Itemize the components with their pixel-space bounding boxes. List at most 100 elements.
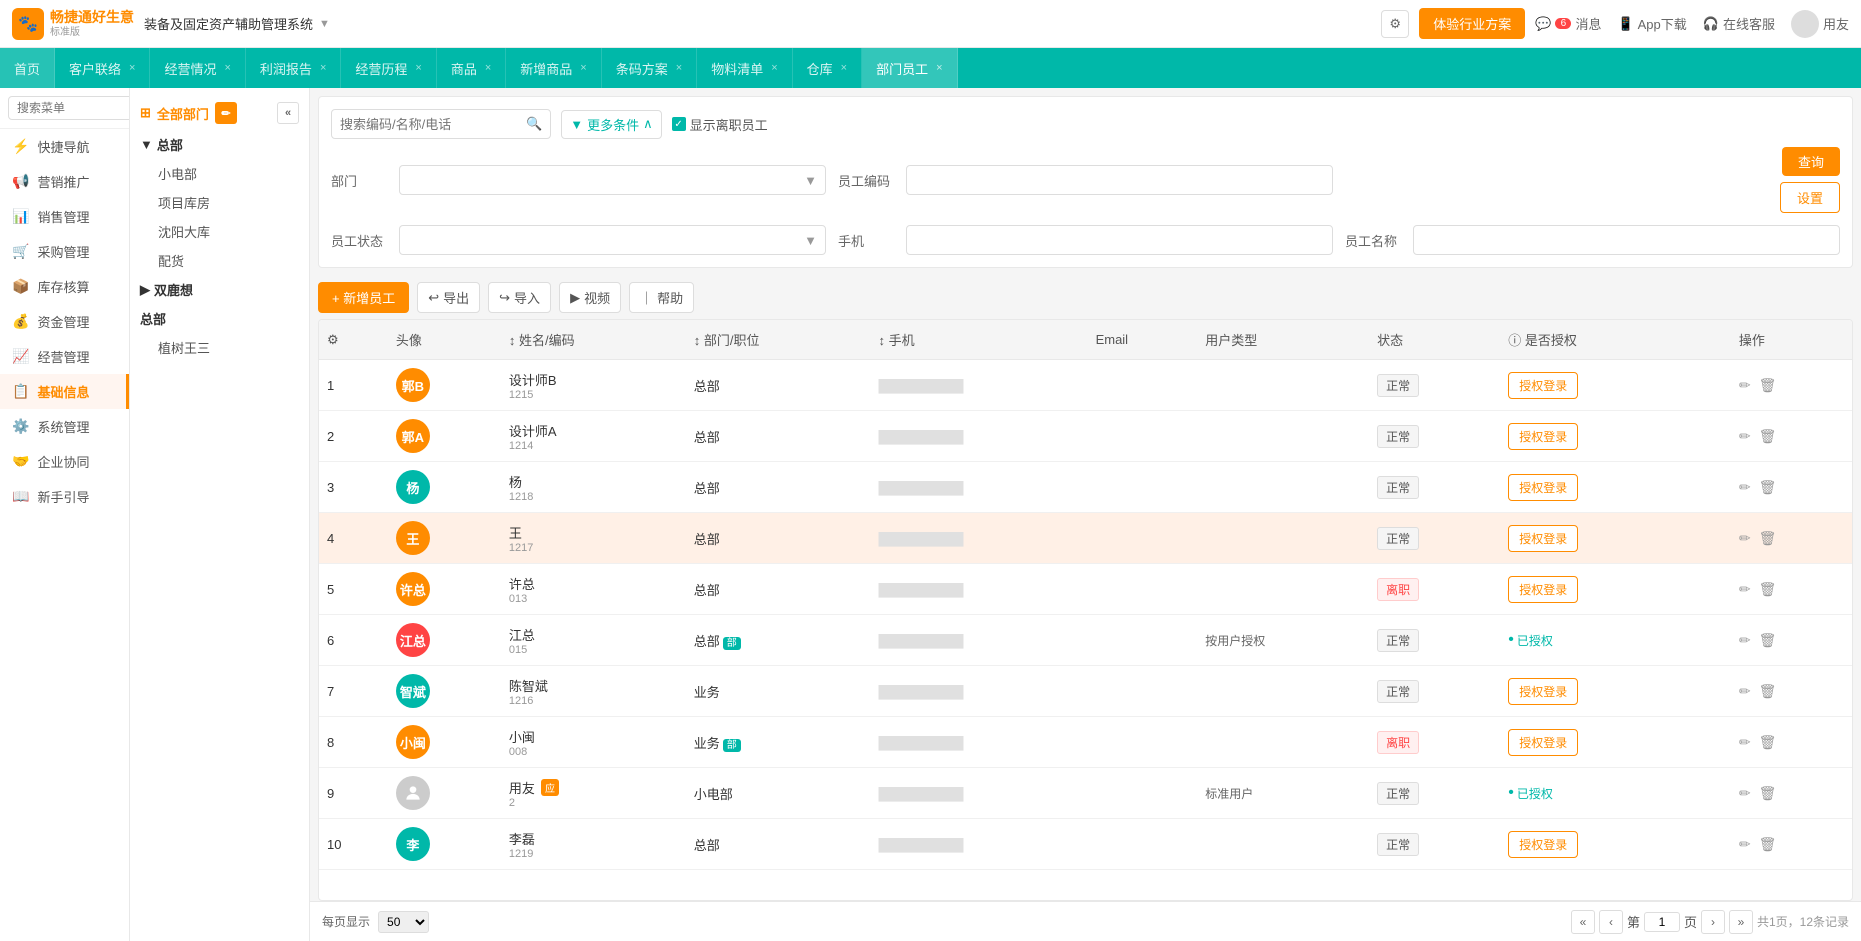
auth-login-button[interactable]: 授权登录 [1508, 372, 1578, 399]
row-auth[interactable]: 授权登录 [1500, 411, 1694, 462]
app-download-button[interactable]: 📱 App下载 [1617, 14, 1686, 33]
tab-employees[interactable]: 部门员工× [862, 48, 957, 88]
help-button[interactable]: ｜ 帮助 [629, 282, 694, 313]
tree-node-shuangluxiang[interactable]: ▶ 双鹿想 [130, 275, 309, 304]
tab-profit[interactable]: 利润报告× [246, 48, 341, 88]
emp-status-select[interactable]: ▼ [399, 225, 826, 255]
auth-login-button[interactable]: 授权登录 [1508, 729, 1578, 756]
tab-close-icon[interactable]: × [129, 62, 135, 74]
tab-home[interactable]: 首页 [0, 48, 55, 88]
more-condition-button[interactable]: ▼ 更多条件 ∧ [561, 110, 661, 139]
col-settings[interactable]: ⚙ [319, 320, 388, 360]
emp-code-input[interactable] [906, 165, 1333, 195]
tab-close-icon[interactable]: × [676, 62, 682, 74]
edit-icon[interactable]: ✏ [1739, 785, 1751, 802]
dept-edit-button[interactable]: ✏ [215, 102, 237, 124]
delete-icon[interactable]: 🗑 [1759, 632, 1777, 649]
auth-login-button[interactable]: 授权登录 [1508, 423, 1578, 450]
sidebar-item-guide[interactable]: 📖 新手引导 [0, 479, 129, 514]
tree-node-project[interactable]: 项目库房 [130, 188, 309, 217]
user-menu-button[interactable]: 用友 [1791, 10, 1849, 38]
tree-node-zhishu[interactable]: 植树王三 [130, 333, 309, 362]
page-number-input[interactable] [1644, 912, 1680, 932]
auth-login-button[interactable]: 授权登录 [1508, 678, 1578, 705]
tab-barcode[interactable]: 条码方案× [602, 48, 697, 88]
sidebar-item-basic-info[interactable]: 📋 基础信息 [0, 374, 129, 409]
tab-goods[interactable]: 商品× [437, 48, 506, 88]
tab-close-active-icon[interactable]: × [936, 62, 942, 74]
tab-history[interactable]: 经营历程× [341, 48, 436, 88]
auth-login-button[interactable]: 授权登录 [1508, 474, 1578, 501]
tab-close-icon[interactable]: × [415, 62, 421, 74]
import-button[interactable]: ↪ 导入 [488, 282, 551, 313]
auth-login-button[interactable]: 授权登录 [1508, 831, 1578, 858]
delete-icon[interactable]: 🗑 [1759, 734, 1777, 751]
tab-close-icon[interactable]: × [841, 62, 847, 74]
export-button[interactable]: ↩ 导出 [417, 282, 480, 313]
tab-bom[interactable]: 物料清单× [697, 48, 792, 88]
settings-button[interactable]: ⚙ [1381, 10, 1409, 38]
edit-icon[interactable]: ✏ [1739, 734, 1751, 751]
auth-login-button[interactable]: 授权登录 [1508, 525, 1578, 552]
edit-icon[interactable]: ✏ [1739, 683, 1751, 700]
delete-icon[interactable]: 🗑 [1759, 377, 1777, 394]
sidebar-item-quicknav[interactable]: ⚡ 快捷导航 [0, 129, 129, 164]
query-button[interactable]: 查询 [1782, 147, 1840, 176]
tree-node-xiaodibu[interactable]: 小电部 [130, 159, 309, 188]
emp-name-input[interactable] [1413, 225, 1840, 255]
prev-page-button[interactable]: ‹ [1599, 910, 1623, 934]
sidebar-item-purchase[interactable]: 🛒 采购管理 [0, 234, 129, 269]
delete-icon[interactable]: 🗑 [1759, 581, 1777, 598]
delete-icon[interactable]: 🗑 [1759, 479, 1777, 496]
col-dept[interactable]: ↕ 部门/职位 [686, 320, 871, 360]
per-page-select[interactable]: 50 20 100 [378, 911, 429, 933]
col-phone[interactable]: ↕ 手机 [871, 320, 1088, 360]
sidebar-item-marketing[interactable]: 📢 营销推广 [0, 164, 129, 199]
col-name[interactable]: ↕ 姓名/编码 [501, 320, 686, 360]
tab-customer[interactable]: 客户联络× [55, 48, 150, 88]
tree-node-zongbu[interactable]: ▼ 总部 [130, 130, 309, 159]
row-auth[interactable]: 授权登录 [1500, 717, 1694, 768]
sidebar-item-collab[interactable]: 🤝 企业协同 [0, 444, 129, 479]
first-page-button[interactable]: « [1571, 910, 1595, 934]
row-auth[interactable]: 授权登录 [1500, 360, 1694, 411]
tab-close-icon[interactable]: × [771, 62, 777, 74]
tab-close-icon[interactable]: × [485, 62, 491, 74]
edit-icon[interactable]: ✏ [1739, 377, 1751, 394]
online-service-button[interactable]: 🎧 在线客服 [1703, 14, 1775, 33]
sidebar-item-sales[interactable]: 📊 销售管理 [0, 199, 129, 234]
sidebar-item-operations[interactable]: 📈 经营管理 [0, 339, 129, 374]
tab-close-icon[interactable]: × [580, 62, 586, 74]
message-button[interactable]: 💬 6 消息 [1535, 14, 1601, 33]
row-auth[interactable]: 授权登录 [1500, 564, 1694, 615]
edit-icon[interactable]: ✏ [1739, 530, 1751, 547]
tree-node-peihuo[interactable]: 配货 [130, 246, 309, 275]
next-page-button[interactable]: › [1701, 910, 1725, 934]
row-auth[interactable]: 授权登录 [1500, 666, 1694, 717]
phone-input[interactable] [906, 225, 1333, 255]
delete-icon[interactable]: 🗑 [1759, 785, 1777, 802]
tree-node-zongbu2[interactable]: 总部 [130, 304, 309, 333]
dept-select[interactable]: ▼ [399, 165, 826, 195]
delete-icon[interactable]: 🗑 [1759, 530, 1777, 547]
tab-operation[interactable]: 经营情况× [150, 48, 245, 88]
tab-add-goods[interactable]: 新增商品× [506, 48, 601, 88]
row-auth[interactable]: 授权登录 [1500, 462, 1694, 513]
sidebar-item-inventory[interactable]: 📦 库存核算 [0, 269, 129, 304]
auth-login-button[interactable]: 授权登录 [1508, 576, 1578, 603]
delete-icon[interactable]: 🗑 [1759, 428, 1777, 445]
edit-icon[interactable]: ✏ [1739, 632, 1751, 649]
sidebar-item-finance[interactable]: 💰 资金管理 [0, 304, 129, 339]
trial-button[interactable]: 体验行业方案 [1419, 8, 1525, 39]
tab-close-icon[interactable]: × [224, 62, 230, 74]
edit-icon[interactable]: ✏ [1739, 479, 1751, 496]
delete-icon[interactable]: 🗑 [1759, 836, 1777, 853]
edit-icon[interactable]: ✏ [1739, 428, 1751, 445]
sidebar-item-system[interactable]: ⚙️ 系统管理 [0, 409, 129, 444]
show-resigned-toggle[interactable]: ✓ 显示离职员工 [672, 115, 768, 134]
dept-collapse-button[interactable]: « [277, 102, 299, 124]
sidebar-search-input[interactable] [8, 96, 130, 120]
row-auth[interactable]: 授权登录 [1500, 819, 1694, 870]
tree-node-shenyang[interactable]: 沈阳大库 [130, 217, 309, 246]
add-employee-button[interactable]: + 新增员工 [318, 282, 409, 313]
